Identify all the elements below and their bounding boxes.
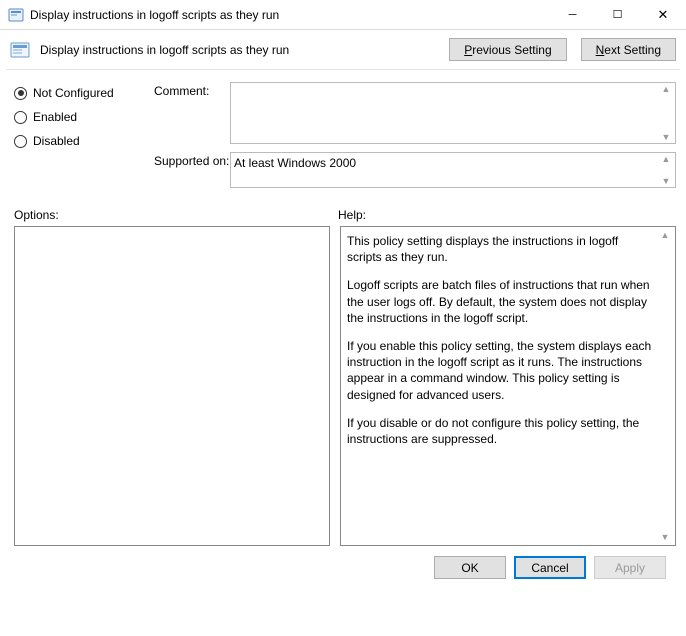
radio-enabled[interactable]: Enabled — [14, 110, 142, 124]
radio-label: Disabled — [33, 134, 80, 148]
footer: OK Cancel Apply — [14, 546, 676, 589]
ok-button[interactable]: OK — [434, 556, 506, 579]
radio-dot-icon — [14, 87, 27, 100]
help-text: If you disable or do not configure this … — [347, 415, 655, 447]
scrollbar[interactable] — [658, 84, 674, 142]
radio-dot-icon — [14, 111, 27, 124]
window-title: Display instructions in logoff scripts a… — [30, 8, 550, 22]
policy-title: Display instructions in logoff scripts a… — [40, 43, 435, 57]
options-label: Options: — [14, 208, 338, 222]
comment-input[interactable] — [230, 82, 676, 144]
help-text: Logoff scripts are batch files of instru… — [347, 277, 655, 326]
policy-header-icon — [10, 40, 30, 60]
close-button[interactable]: ✕ — [640, 0, 686, 29]
scrollbar[interactable] — [658, 154, 674, 186]
window-controls: ─ ☐ ✕ — [550, 0, 686, 29]
titlebar: Display instructions in logoff scripts a… — [0, 0, 686, 30]
help-label: Help: — [338, 208, 676, 222]
divider — [6, 69, 680, 70]
radio-not-configured[interactable]: Not Configured — [14, 86, 142, 100]
maximize-button[interactable]: ☐ — [595, 0, 640, 29]
policy-icon — [8, 7, 24, 23]
previous-setting-button[interactable]: Previous Setting — [449, 38, 566, 61]
supported-on-value: At least Windows 2000 — [234, 156, 657, 170]
chevron-down-icon — [662, 176, 671, 186]
radio-disabled[interactable]: Disabled — [14, 134, 142, 148]
header: Display instructions in logoff scripts a… — [0, 30, 686, 69]
chevron-down-icon: ▼ — [661, 531, 670, 543]
chevron-down-icon — [662, 132, 671, 142]
chevron-up-icon — [662, 154, 671, 164]
radio-label: Enabled — [33, 110, 77, 124]
chevron-up-icon: ▲ — [661, 229, 670, 241]
chevron-up-icon — [662, 84, 671, 94]
apply-button[interactable]: Apply — [594, 556, 666, 579]
state-radio-group: Not Configured Enabled Disabled — [14, 82, 142, 196]
next-setting-button[interactable]: Next Setting — [581, 38, 676, 61]
options-panel — [14, 226, 330, 546]
supported-on-label: Supported on: — [154, 152, 230, 168]
help-panel: This policy setting displays the instruc… — [340, 226, 676, 546]
help-text: This policy setting displays the instruc… — [347, 233, 655, 265]
radio-dot-icon — [14, 135, 27, 148]
comment-label: Comment: — [154, 82, 230, 98]
minimize-button[interactable]: ─ — [550, 0, 595, 29]
help-text: If you enable this policy setting, the s… — [347, 338, 655, 403]
cancel-button[interactable]: Cancel — [514, 556, 586, 579]
scrollbar[interactable]: ▲▼ — [657, 229, 673, 543]
supported-on-box: At least Windows 2000 — [230, 152, 676, 188]
radio-label: Not Configured — [33, 86, 114, 100]
